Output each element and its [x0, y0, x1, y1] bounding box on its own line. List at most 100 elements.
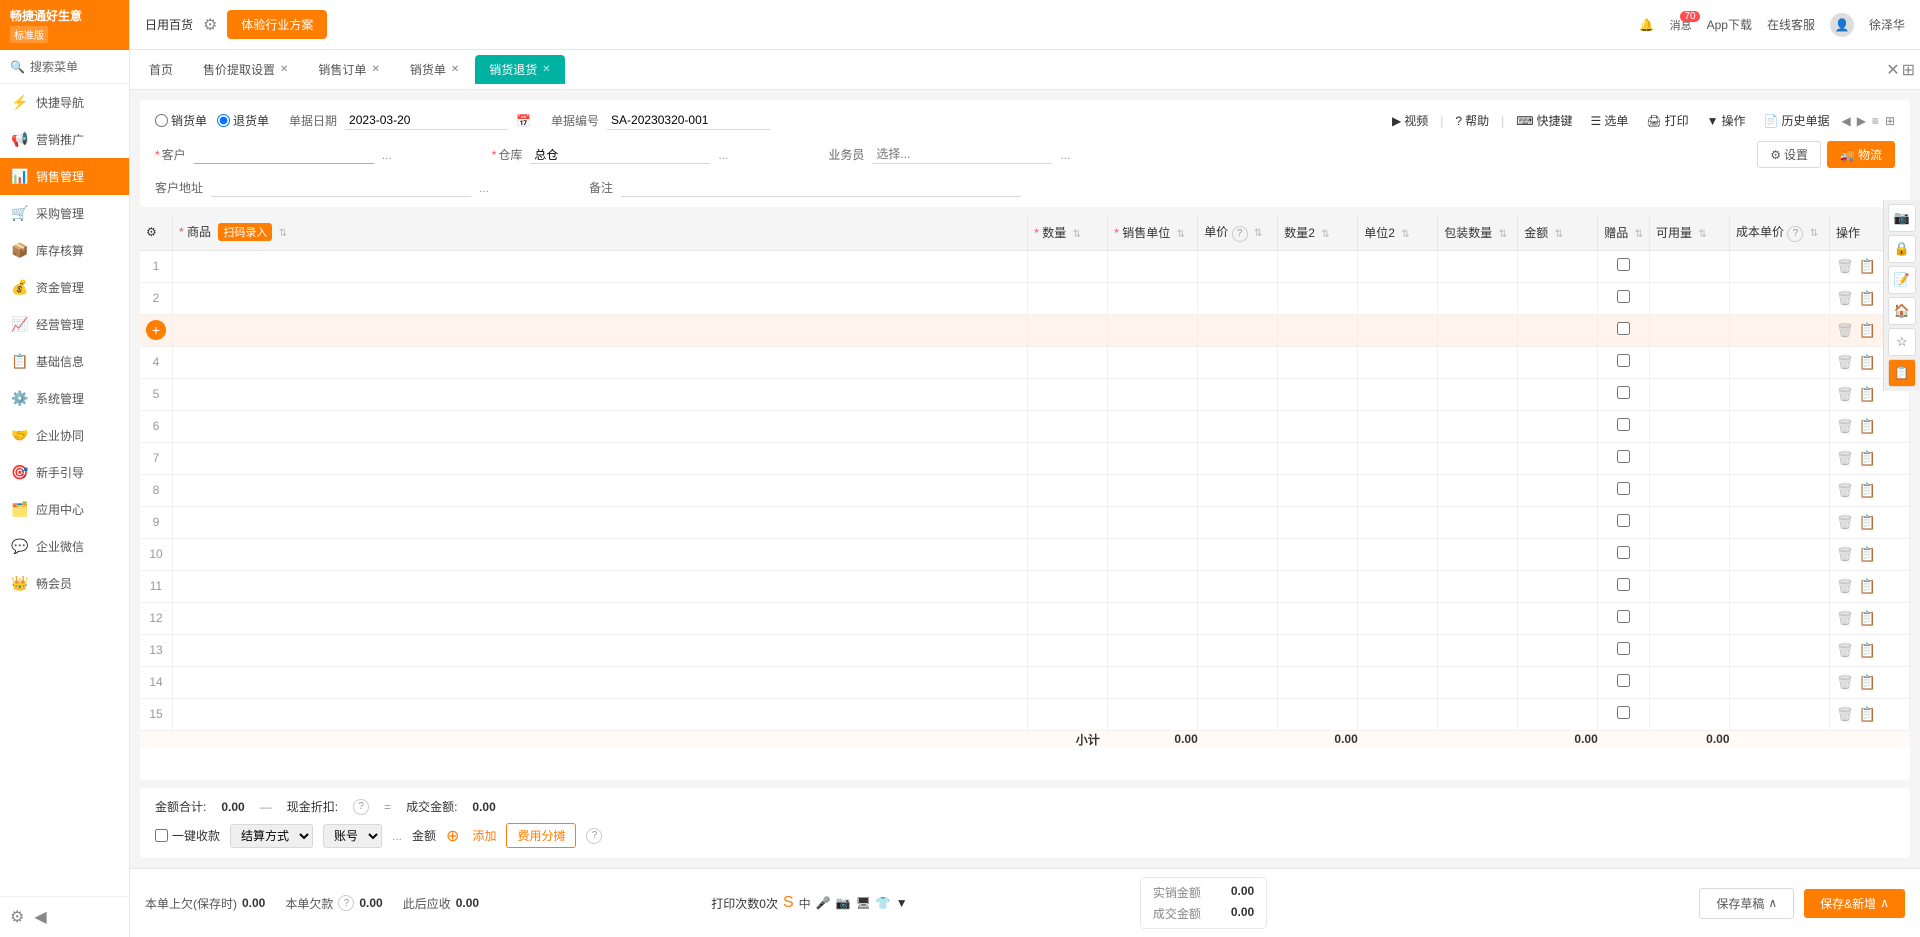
cell-unit-3[interactable]	[1108, 314, 1198, 346]
cell-product-14[interactable]	[173, 666, 1028, 698]
packqty-sort-icon[interactable]: ⇅	[1499, 229, 1507, 240]
cell-qty2-5[interactable]	[1278, 378, 1358, 410]
cell-packqty-9[interactable]	[1438, 506, 1518, 538]
cell-price-11[interactable]	[1198, 570, 1278, 602]
staff-select-btn[interactable]: ...	[1060, 148, 1070, 162]
sidebar-item-system[interactable]: ⚙️ 系统管理	[0, 380, 129, 417]
sidebar-item-marketing[interactable]: 📢 营销推广	[0, 121, 129, 158]
col-settings-icon[interactable]: ⚙	[146, 225, 157, 239]
cell-packqty-1[interactable]	[1438, 250, 1518, 282]
cell-costprice-2[interactable]	[1730, 282, 1830, 314]
price-help-icon[interactable]: ?	[1232, 226, 1248, 242]
copy-row-6[interactable]: 📋	[1859, 418, 1876, 435]
cell-costprice-1[interactable]	[1730, 250, 1830, 282]
unit2-sort-icon[interactable]: ⇅	[1401, 229, 1409, 240]
table-container[interactable]: ⚙ * 商品 扫码录入 ⇅ * 数量 ⇅	[140, 215, 1910, 780]
cell-costprice-3[interactable]	[1730, 314, 1830, 346]
prev-record-btn[interactable]: ◀	[1841, 114, 1850, 128]
address-select-btn[interactable]: ...	[479, 181, 489, 195]
warehouse-input[interactable]	[530, 145, 710, 164]
tab-home[interactable]: 首页	[135, 55, 187, 84]
delete-row-10[interactable]: 🗑	[1836, 546, 1854, 563]
sidebar-item-member[interactable]: 👑 畅会员	[0, 565, 129, 602]
cell-unit-10[interactable]	[1108, 538, 1198, 570]
cell-qty2-7[interactable]	[1278, 442, 1358, 474]
discount-help-icon[interactable]: ?	[353, 799, 369, 815]
cell-gift-12[interactable]	[1598, 602, 1650, 634]
cell-unit2-1[interactable]	[1358, 250, 1438, 282]
gift-checkbox-10[interactable]	[1617, 546, 1630, 559]
cell-amount-10[interactable]	[1518, 538, 1598, 570]
customer-select-btn[interactable]: ...	[382, 148, 392, 162]
col-settings-header[interactable]: ⚙	[140, 215, 173, 250]
cell-product-1[interactable]	[173, 250, 1028, 282]
radio-sales[interactable]: 销货单	[155, 112, 207, 129]
cell-product-15[interactable]	[173, 698, 1028, 730]
settlement-method-select[interactable]: 结算方式	[230, 824, 313, 848]
cell-quantity-5[interactable]	[1028, 378, 1108, 410]
cell-quantity-13[interactable]	[1028, 634, 1108, 666]
sidebar-item-sales[interactable]: 📊 销售管理	[0, 158, 129, 195]
add-row-button[interactable]: +	[146, 320, 166, 340]
qty-sort-icon[interactable]: ⇅	[1073, 229, 1081, 240]
cell-gift-10[interactable]	[1598, 538, 1650, 570]
cell-available-6[interactable]	[1650, 410, 1730, 442]
cell-gift-15[interactable]	[1598, 698, 1650, 730]
radio-return[interactable]: 退货单	[217, 112, 269, 129]
app-download-link[interactable]: App下载	[1707, 16, 1752, 33]
cell-gift-5[interactable]	[1598, 378, 1650, 410]
cell-unit-13[interactable]	[1108, 634, 1198, 666]
help-btn[interactable]: ? 帮助	[1449, 110, 1495, 131]
close-tab-sales-return[interactable]: ✕	[542, 64, 550, 75]
cell-unit2-14[interactable]	[1358, 666, 1438, 698]
copy-row-2[interactable]: 📋	[1859, 290, 1876, 307]
gift-checkbox-7[interactable]	[1617, 450, 1630, 463]
delete-row-11[interactable]: 🗑	[1836, 578, 1854, 595]
copy-row-9[interactable]: 📋	[1859, 514, 1876, 531]
scan-icon[interactable]: 📷	[836, 896, 851, 910]
restore-window-button[interactable]: ⊞	[1902, 60, 1915, 80]
cell-gift-1[interactable]	[1598, 250, 1650, 282]
costprice-help-icon[interactable]: ?	[1787, 226, 1803, 242]
cell-qty2-3[interactable]	[1278, 314, 1358, 346]
fee-help-icon[interactable]: ?	[586, 828, 602, 844]
cell-packqty-14[interactable]	[1438, 666, 1518, 698]
cell-price-6[interactable]	[1198, 410, 1278, 442]
close-tab-sales[interactable]: ✕	[451, 64, 459, 75]
radio-return-input[interactable]	[217, 114, 230, 127]
cell-packqty-3[interactable]	[1438, 314, 1518, 346]
cell-amount-2[interactable]	[1518, 282, 1598, 314]
delete-row-13[interactable]: 🗑	[1836, 642, 1854, 659]
tab-sales-return[interactable]: 销货退货 ✕	[475, 55, 564, 84]
online-service-link[interactable]: 在线客服	[1767, 16, 1815, 33]
cell-packqty-10[interactable]	[1438, 538, 1518, 570]
cell-costprice-11[interactable]	[1730, 570, 1830, 602]
cell-amount-14[interactable]	[1518, 666, 1598, 698]
cell-available-11[interactable]	[1650, 570, 1730, 602]
cell-unit2-6[interactable]	[1358, 410, 1438, 442]
gift-checkbox-5[interactable]	[1617, 386, 1630, 399]
add-btn[interactable]: ⊕	[446, 826, 459, 846]
cell-quantity-8[interactable]	[1028, 474, 1108, 506]
remarks-input[interactable]	[621, 178, 1021, 197]
gift-checkbox-9[interactable]	[1617, 514, 1630, 527]
gift-checkbox-6[interactable]	[1617, 418, 1630, 431]
cell-unit2-10[interactable]	[1358, 538, 1438, 570]
cell-price-12[interactable]	[1198, 602, 1278, 634]
shortcut-key-btn[interactable]: ⌨ 快捷键	[1510, 110, 1578, 131]
one-click-checkbox-input[interactable]	[155, 829, 168, 842]
copy-row-8[interactable]: 📋	[1859, 482, 1876, 499]
cell-quantity-12[interactable]	[1028, 602, 1108, 634]
notification-bell[interactable]: 🔔 70 消息	[1639, 17, 1691, 33]
cell-product-10[interactable]	[173, 538, 1028, 570]
cell-available-7[interactable]	[1650, 442, 1730, 474]
gift-checkbox-15[interactable]	[1617, 706, 1630, 719]
cell-gift-8[interactable]	[1598, 474, 1650, 506]
copy-row-12[interactable]: 📋	[1859, 610, 1876, 627]
close-tab-price-settings[interactable]: ✕	[280, 64, 288, 75]
delete-row-3[interactable]: 🗑	[1836, 322, 1854, 339]
cell-packqty-11[interactable]	[1438, 570, 1518, 602]
cell-product-8[interactable]	[173, 474, 1028, 506]
sidebar-item-apps[interactable]: 🗂️ 应用中心	[0, 491, 129, 528]
cell-amount-5[interactable]	[1518, 378, 1598, 410]
